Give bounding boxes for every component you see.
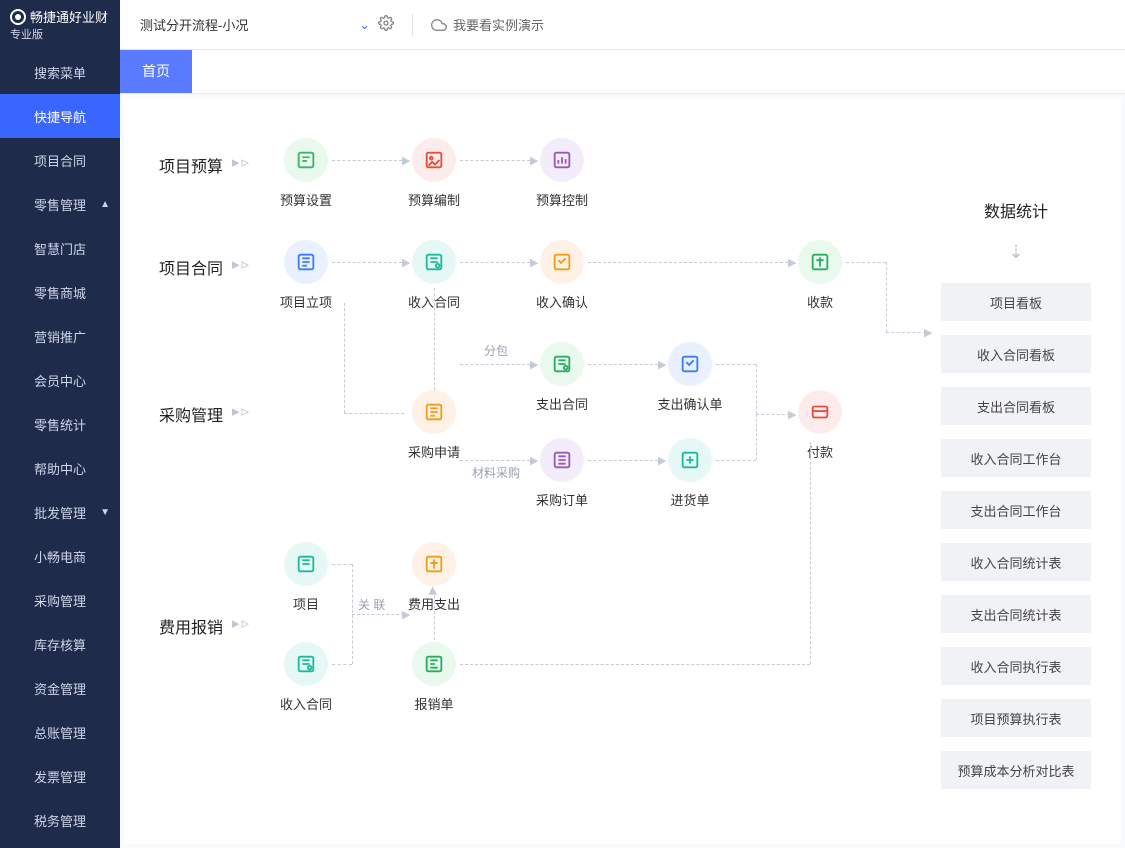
sidebar-purchase[interactable]: 采购管理 [0, 578, 120, 622]
sidebar-quicknav[interactable]: 快捷导航 [0, 94, 120, 138]
related-note: 关 联 [358, 596, 385, 613]
stat-btn-5[interactable]: 收入合同统计表 [941, 543, 1091, 581]
stat-btn-3[interactable]: 收入合同工作台 [941, 439, 1091, 477]
stat-btn-1[interactable]: 收入合同看板 [941, 335, 1091, 373]
project-name: 测试分开流程-小况 [140, 15, 353, 34]
content: 首页 项目预算 ▸▹ 项目合同 ▸▹ 采购管理 ▸▹ 费用报销 ▸▹ 预算设置 … [120, 50, 1125, 848]
node-reimburse[interactable] [412, 642, 456, 686]
node-payment[interactable] [798, 390, 842, 434]
sidebar-member[interactable]: 会员中心 [0, 358, 120, 402]
gear-icon[interactable] [378, 15, 394, 34]
node-budget-make-label: 预算编制 [408, 190, 460, 209]
node-receipt[interactable] [798, 240, 842, 284]
sidebar-invoice[interactable]: 发票管理 [0, 754, 120, 798]
node-income-contract[interactable] [412, 240, 456, 284]
sidebar-xce[interactable]: 小畅电商 [0, 534, 120, 578]
stat-btn-4[interactable]: 支出合同工作台 [941, 491, 1091, 529]
sidebar-mall[interactable]: 零售商城 [0, 270, 120, 314]
workflow-canvas: 项目预算 ▸▹ 项目合同 ▸▹ 采购管理 ▸▹ 费用报销 ▸▹ 预算设置 ▶ 预… [124, 98, 1121, 844]
row-expense-label: 费用报销 [159, 614, 223, 638]
sidebar: 搜索菜单 快捷导航 项目合同 零售管理▲ 智慧门店 零售商城 营销推广 会员中心… [0, 50, 120, 848]
node-project[interactable] [284, 542, 328, 586]
stat-btn-9[interactable]: 预算成本分析对比表 [941, 751, 1091, 789]
arrow-icon: ▸▹ [232, 255, 251, 273]
sidebar-inventory[interactable]: 库存核算 [0, 622, 120, 666]
arrow-icon: ▸▹ [232, 402, 251, 420]
sidebar-contract[interactable]: 项目合同 [0, 138, 120, 182]
row-budget-label: 项目预算 [159, 153, 223, 177]
brand-text: 畅捷通好业财 [30, 7, 108, 26]
triangle-down-icon: ▼ [100, 507, 110, 518]
node-purchase-order-label: 采购订单 [536, 490, 588, 509]
stat-btn-8[interactable]: 项目预算执行表 [941, 699, 1091, 737]
subpkg-note: 分包 [484, 342, 508, 359]
stats-title: 数据统计 [984, 198, 1048, 222]
stat-btn-2[interactable]: 支出合同看板 [941, 387, 1091, 425]
stat-btn-7[interactable]: 收入合同执行表 [941, 647, 1091, 685]
divider [412, 14, 413, 36]
node-goods-in[interactable] [668, 438, 712, 482]
triangle-up-icon: ▲ [100, 199, 110, 210]
chevron-down-icon: ⌄ [359, 17, 370, 33]
sidebar-wholesale[interactable]: 批发管理▼ [0, 490, 120, 534]
node-expend-contract-label: 支出合同 [536, 394, 588, 413]
node-project-label: 项目 [293, 594, 319, 613]
row-contract-label: 项目合同 [159, 255, 223, 279]
sidebar-retail[interactable]: 零售管理▲ [0, 182, 120, 226]
cloud-icon [431, 17, 447, 33]
project-switcher[interactable]: 测试分开流程-小况 ⌄ [140, 15, 370, 34]
node-purchase-order[interactable] [540, 438, 584, 482]
demo-text: 我要看实例演示 [453, 15, 544, 34]
node-budget-set-label: 预算设置 [280, 190, 332, 209]
tabbar: 首页 [120, 50, 1125, 94]
main-wrap: 搜索菜单 快捷导航 项目合同 零售管理▲ 智慧门店 零售商城 营销推广 会员中心… [0, 50, 1125, 848]
sidebar-tax[interactable]: 税务管理 [0, 798, 120, 842]
node-budget-set[interactable] [284, 138, 328, 182]
row-purchase-label: 采购管理 [159, 402, 223, 426]
node-budget-make[interactable] [412, 138, 456, 182]
node-purchase-req-label: 采购申请 [408, 442, 460, 461]
node-budget-ctrl-label: 预算控制 [536, 190, 588, 209]
arrow-icon: ▸▹ [232, 153, 251, 171]
topbar: 畅捷通好业财 专业版 测试分开流程-小况 ⌄ 我要看实例演示 [0, 0, 1125, 50]
node-proj-setup-label: 项目立项 [280, 292, 332, 311]
sidebar-retailstat[interactable]: 零售统计 [0, 402, 120, 446]
node-income-contract2-label: 收入合同 [280, 694, 332, 713]
logo-icon [10, 9, 26, 25]
node-budget-ctrl[interactable] [540, 138, 584, 182]
sidebar-marketing[interactable]: 营销推广 [0, 314, 120, 358]
edition-text: 专业版 [10, 26, 120, 42]
arrow-icon: ▸▹ [232, 614, 251, 632]
node-income-contract2[interactable] [284, 642, 328, 686]
stat-btn-6[interactable]: 支出合同统计表 [941, 595, 1091, 633]
node-goods-in-label: 进货单 [670, 490, 709, 509]
arrow-down-icon: ⇣ [1008, 242, 1023, 263]
node-income-confirm[interactable] [540, 240, 584, 284]
node-purchase-req[interactable] [412, 390, 456, 434]
sidebar-search[interactable]: 搜索菜单 [0, 50, 120, 94]
material-note: 材料采购 [472, 464, 520, 481]
node-reimburse-label: 报销单 [414, 694, 453, 713]
stat-btn-0[interactable]: 项目看板 [941, 283, 1091, 321]
node-proj-setup[interactable] [284, 240, 328, 284]
sidebar-smartstore[interactable]: 智慧门店 [0, 226, 120, 270]
logo-block: 畅捷通好业财 专业版 [0, 0, 120, 50]
node-receipt-label: 收款 [807, 292, 833, 311]
node-income-confirm-label: 收入确认 [536, 292, 588, 311]
node-expend-contract[interactable] [540, 342, 584, 386]
node-expense-out[interactable] [412, 542, 456, 586]
node-expend-confirm[interactable] [668, 342, 712, 386]
stats-panel: 数据统计 ⇣ 项目看板 收入合同看板 支出合同看板 收入合同工作台 支出合同工作… [941, 198, 1091, 789]
sidebar-help[interactable]: 帮助中心 [0, 446, 120, 490]
sidebar-ledger[interactable]: 总账管理 [0, 710, 120, 754]
tab-home[interactable]: 首页 [120, 49, 192, 93]
demo-link[interactable]: 我要看实例演示 [431, 15, 544, 34]
sidebar-funds[interactable]: 资金管理 [0, 666, 120, 710]
node-expend-confirm-label: 支出确认单 [657, 394, 722, 413]
